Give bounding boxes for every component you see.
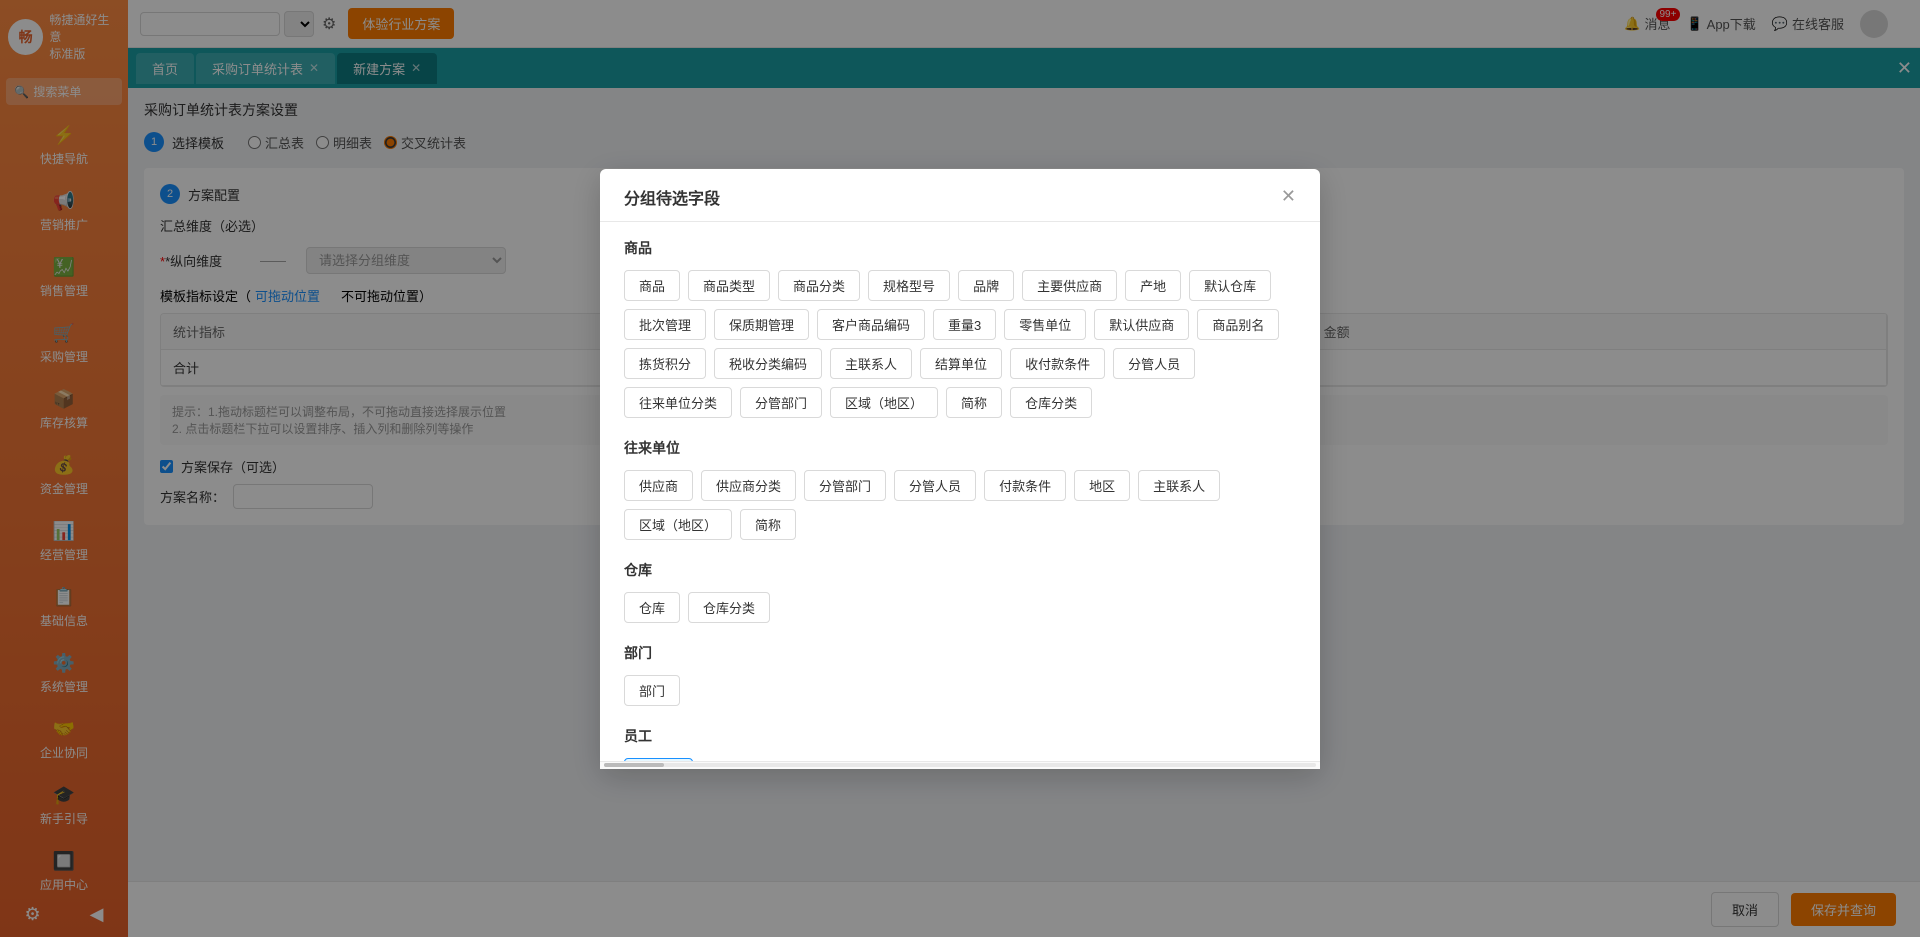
field-tag-expiry-mgmt[interactable]: 保质期管理: [714, 309, 809, 340]
modal-close-button[interactable]: ✕: [1281, 186, 1296, 207]
field-group-partner: 往来单位供应商供应商分类分管部门分管人员付款条件地区主联系人区域（地区） 简称: [624, 438, 1296, 540]
field-group-goods: 商品商品商品类型商品分类规格型号品牌主要供应商产地默认仓库批次管理保质期管理客户…: [624, 238, 1296, 418]
modal-scroll-bottom: [600, 761, 1320, 769]
field-tag-wh[interactable]: 仓库: [624, 592, 680, 623]
field-tag-region[interactable]: 区域（地区）: [830, 387, 938, 418]
field-tag-tax-code[interactable]: 税收分类编码: [714, 348, 822, 379]
field-tag-payment-terms[interactable]: 收付款条件: [1010, 348, 1105, 379]
field-group-title-dept: 部门: [624, 643, 1296, 663]
modal: 分组待选字段 ✕ 商品商品商品类型商品分类规格型号品牌主要供应商产地默认仓库批次…: [600, 169, 1320, 769]
field-tag-wh-cat[interactable]: 仓库分类: [688, 592, 770, 623]
field-tags-warehouse: 仓库仓库分类: [624, 592, 1296, 623]
field-tag-manage-dept[interactable]: 分管部门: [740, 387, 822, 418]
field-tags-partner: 供应商供应商分类分管部门分管人员付款条件地区主联系人区域（地区） 简称: [624, 470, 1296, 540]
field-tags-dept: 部门: [624, 675, 1296, 706]
field-group-warehouse: 仓库仓库仓库分类: [624, 560, 1296, 623]
field-tag-goods-type[interactable]: 商品类型: [688, 270, 770, 301]
field-tag-dept-person[interactable]: 分管人员: [894, 470, 976, 501]
modal-header: 分组待选字段 ✕: [600, 169, 1320, 222]
field-tag-brand[interactable]: 品牌: [958, 270, 1014, 301]
field-tag-from-unit-cat[interactable]: 往来单位分类: [624, 387, 732, 418]
field-tag-contact[interactable]: 主联系人: [1138, 470, 1220, 501]
modal-overlay: 分组待选字段 ✕ 商品商品商品类型商品分类规格型号品牌主要供应商产地默认仓库批次…: [0, 0, 1920, 937]
scroll-thumb: [604, 763, 664, 767]
field-tag-supplier-cat[interactable]: 供应商分类: [701, 470, 796, 501]
field-tag-supplier[interactable]: 供应商: [624, 470, 693, 501]
field-tag-short-name[interactable]: 简称: [946, 387, 1002, 418]
field-tag-goods-alias[interactable]: 商品别名: [1197, 309, 1279, 340]
field-tag-origin[interactable]: 产地: [1125, 270, 1181, 301]
field-tag-spec-model[interactable]: 规格型号: [868, 270, 950, 301]
field-tag-warehouse-cat[interactable]: 仓库分类: [1010, 387, 1092, 418]
field-tag-main-supplier[interactable]: 主要供应商: [1022, 270, 1117, 301]
horizontal-scrollbar[interactable]: [604, 763, 1316, 767]
field-tag-default-warehouse[interactable]: 默认仓库: [1189, 270, 1271, 301]
field-group-title-goods: 商品: [624, 238, 1296, 258]
field-group-title-employee: 员工: [624, 726, 1296, 746]
field-group-title-partner: 往来单位: [624, 438, 1296, 458]
field-tag-weight3[interactable]: 重量3: [933, 309, 996, 340]
field-group-title-warehouse: 仓库: [624, 560, 1296, 580]
field-tag-settle-unit[interactable]: 结算单位: [920, 348, 1002, 379]
field-tag-dept-main[interactable]: 部门: [624, 675, 680, 706]
field-group-dept: 部门部门: [624, 643, 1296, 706]
field-tag-manager[interactable]: 分管人员: [1113, 348, 1195, 379]
field-tag-goods-category[interactable]: 商品分类: [778, 270, 860, 301]
field-tag-short2[interactable]: 简称: [740, 509, 796, 540]
field-group-employee: 员工业务员: [624, 726, 1296, 761]
field-tag-goods[interactable]: 商品: [624, 270, 680, 301]
field-tag-area[interactable]: 地区: [1074, 470, 1130, 501]
field-tag-region2[interactable]: 区域（地区）: [624, 509, 732, 540]
modal-body: 商品商品商品类型商品分类规格型号品牌主要供应商产地默认仓库批次管理保质期管理客户…: [600, 222, 1320, 761]
field-tag-pay-terms[interactable]: 付款条件: [984, 470, 1066, 501]
field-tag-main-contact[interactable]: 主联系人: [830, 348, 912, 379]
field-tag-customer-code[interactable]: 客户商品编码: [817, 309, 925, 340]
field-tag-pickup-points[interactable]: 拣货积分: [624, 348, 706, 379]
field-tag-retail-unit[interactable]: 零售单位: [1004, 309, 1086, 340]
modal-title: 分组待选字段: [624, 185, 720, 209]
field-tag-dept[interactable]: 分管部门: [804, 470, 886, 501]
field-tag-default-supplier[interactable]: 默认供应商: [1094, 309, 1189, 340]
field-tag-batch-mgmt[interactable]: 批次管理: [624, 309, 706, 340]
field-tags-goods: 商品商品类型商品分类规格型号品牌主要供应商产地默认仓库批次管理保质期管理客户商品…: [624, 270, 1296, 418]
